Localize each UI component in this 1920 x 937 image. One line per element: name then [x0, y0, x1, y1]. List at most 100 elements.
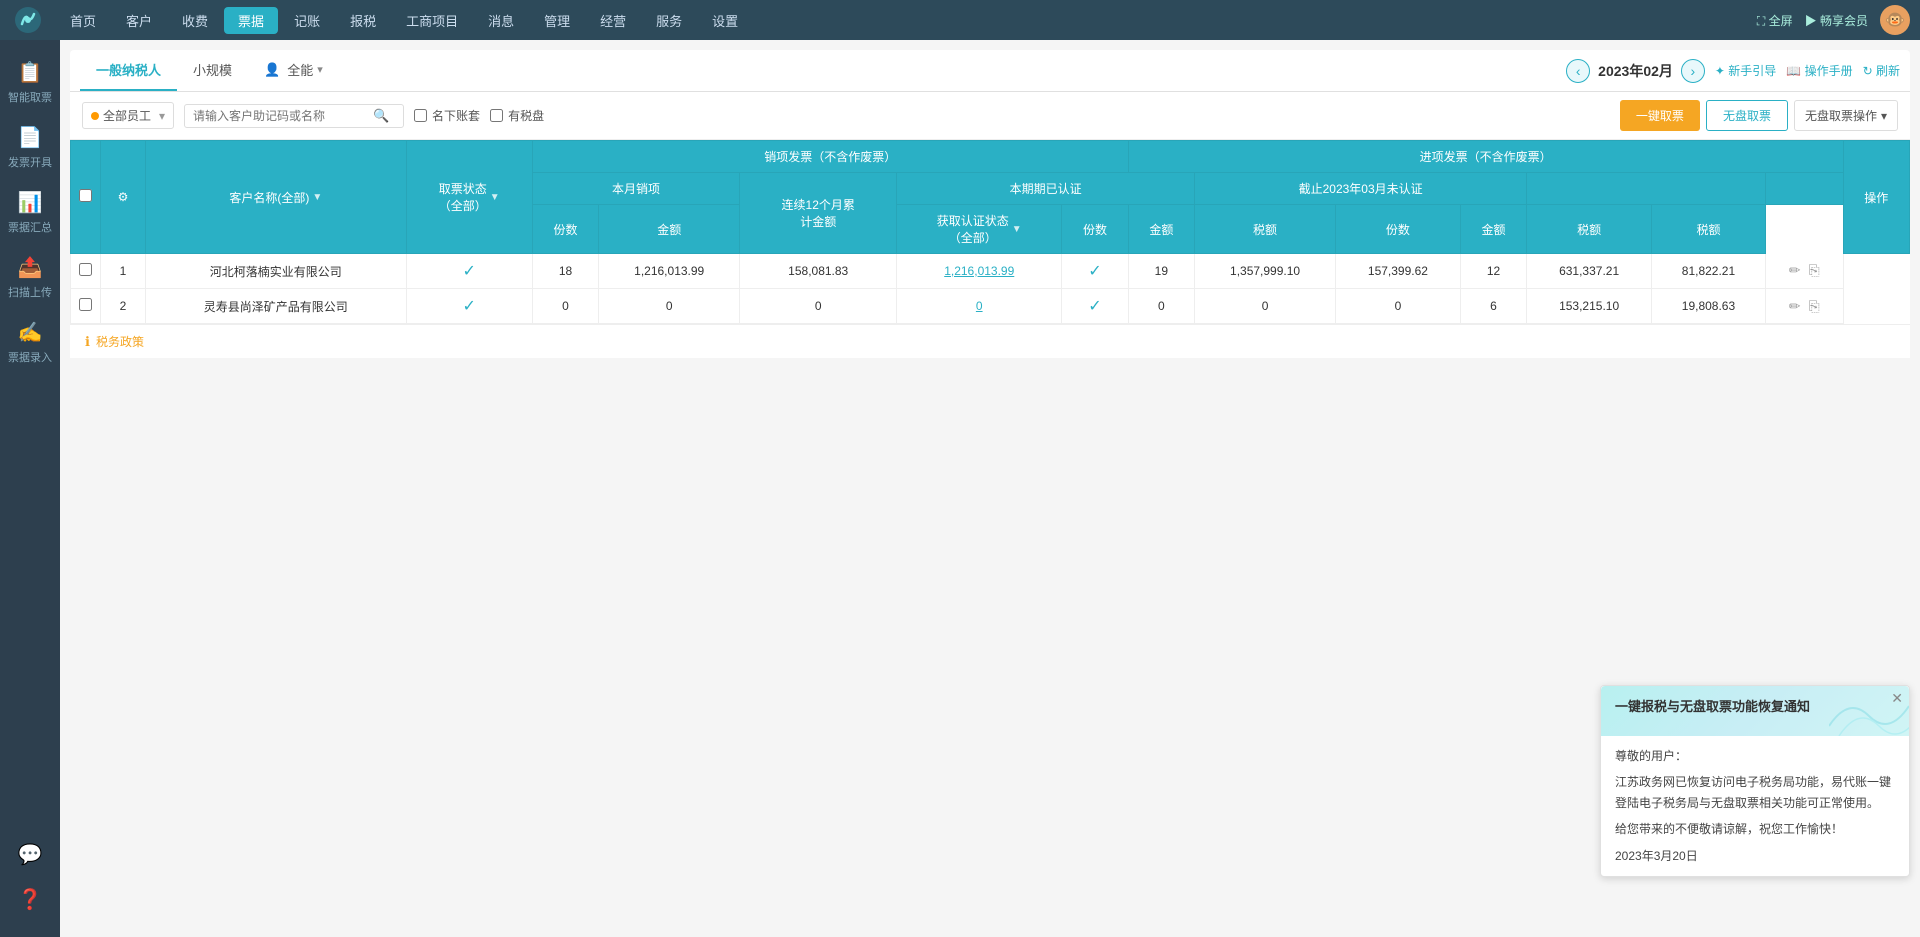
sidebar-item-scan[interactable]: 📤 扫描上传: [0, 245, 60, 310]
notif-line-0: 尊敬的用户：: [1615, 746, 1895, 766]
notif-scroll[interactable]: 尊敬的用户： 江苏政务网已恢复访问电子税务局功能，易代账一键登陆电子税务局与无盘…: [1601, 736, 1909, 876]
tab-all-capable[interactable]: 👤 全能 ▾: [248, 50, 339, 91]
table-row: 1 河北柯落楠实业有限公司 ✓ 18 1,216,013.99 158,081.…: [71, 254, 1910, 289]
row2-sales-amount: 0: [599, 289, 740, 324]
tax-policy-link[interactable]: 税务政策: [96, 333, 144, 350]
period-label: 2023年02月: [1598, 61, 1673, 81]
checkbox-taxdisk[interactable]: 有税盘: [490, 107, 544, 124]
nav-accounting[interactable]: 记账: [280, 7, 334, 34]
filter-take-icon[interactable]: ▼: [490, 192, 500, 203]
th-empty2: [1765, 173, 1843, 205]
row1-action: ✏ ⎘: [1765, 254, 1843, 289]
next-period-btn[interactable]: ›: [1681, 59, 1705, 83]
checkbox-accounts[interactable]: 名下账套: [414, 107, 480, 124]
th-sales-group: 销项发票（不含作废票）: [532, 141, 1128, 173]
one-key-take-btn[interactable]: 一键取票: [1620, 100, 1700, 131]
nav-home[interactable]: 首页: [56, 7, 110, 34]
chat-icon: 💬: [18, 842, 43, 867]
summary-icon: 📊: [18, 190, 43, 215]
nav-service[interactable]: 服务: [642, 7, 696, 34]
row2-cert-status: ✓: [1062, 289, 1128, 324]
row1-cert-status: ✓: [1062, 254, 1128, 289]
row1-sales-count: 18: [532, 254, 598, 289]
sidebar-item-invoice-open[interactable]: 📄 发票开具: [0, 115, 60, 180]
take-status-check-icon2: ✓: [463, 298, 476, 315]
fullscreen-btn[interactable]: ⛶ 全屏: [1757, 12, 1793, 29]
employee-dot: [91, 112, 99, 120]
select-all-checkbox[interactable]: [79, 189, 92, 202]
manual-btn[interactable]: 📖 操作手册: [1786, 62, 1852, 79]
app-logo: [10, 2, 46, 38]
nav-customer[interactable]: 客户: [112, 7, 166, 34]
checkbox-taxdisk-input[interactable]: [490, 109, 503, 122]
row1-sales-amount: 1,216,013.99: [599, 254, 740, 289]
no-disk-ops-btn[interactable]: 无盘取票操作 ▾: [1794, 100, 1898, 131]
nav-settings[interactable]: 设置: [698, 7, 752, 34]
sidebar-item-smart-take[interactable]: 📋 智能取票: [0, 50, 60, 115]
notification-popup: ✕ 一键报税与无盘取票功能恢复通知 尊敬的用户： 江苏政务网已恢复访问电子税务局…: [1600, 685, 1910, 877]
row1-cumul-link[interactable]: 1,216,013.99: [944, 264, 1014, 278]
entry-icon: ✍️: [18, 320, 43, 345]
row1-uncert-tax: 81,822.21: [1651, 254, 1765, 289]
th-cert-status: 获取认证状态（全部） ▼: [897, 205, 1062, 254]
notif-body: 尊敬的用户： 江苏政务网已恢复访问电子税务局功能，易代账一键登陆电子税务局与无盘…: [1601, 736, 1909, 876]
row2-purch-count: 0: [1128, 289, 1194, 324]
sidebar-item-chat[interactable]: 💬: [0, 832, 60, 877]
tabs-row: 一般纳税人 小规模 👤 全能 ▾ ‹ 2023年02月 › ✦ 新手引导 📖 操…: [70, 50, 1910, 92]
period-nav: ‹ 2023年02月 ›: [1566, 59, 1705, 83]
tab-small-scale[interactable]: 小规模: [177, 50, 248, 91]
th-customer-name: 客户名称(全部) ▼: [145, 141, 406, 254]
sidebar-item-help[interactable]: ❓: [0, 877, 60, 922]
nav-fees[interactable]: 收费: [168, 7, 222, 34]
checkbox-accounts-input[interactable]: [414, 109, 427, 122]
row1-sales-tax: 158,081.83: [740, 254, 897, 289]
sidebar-item-entry[interactable]: ✍️ 票据录入: [0, 310, 60, 375]
row1-uncert-count: 12: [1460, 254, 1526, 289]
th-settings: ⚙: [101, 141, 146, 254]
cert-status-check-icon: ✓: [1088, 263, 1101, 280]
nav-business[interactable]: 工商项目: [392, 7, 472, 34]
nav-manage[interactable]: 管理: [530, 7, 584, 34]
new-guide-btn[interactable]: ✦ 新手引导: [1715, 62, 1776, 79]
member-btn[interactable]: ▶ 畅享会员: [1805, 12, 1868, 29]
copy-icon[interactable]: ⎘: [1809, 262, 1820, 279]
notif-line-2: 给您带来的不便敬请谅解，祝您工作愉快！: [1615, 819, 1895, 839]
nav-operation[interactable]: 经营: [586, 7, 640, 34]
tab-general-taxpayer[interactable]: 一般纳税人: [80, 50, 177, 91]
row2-take-status: ✓: [406, 289, 532, 324]
edit-icon2[interactable]: ✏: [1789, 298, 1801, 315]
user-avatar[interactable]: 🐵: [1880, 5, 1910, 35]
filter-name-icon[interactable]: ▼: [312, 192, 322, 203]
th-uncert-tax: 税额: [1527, 205, 1652, 254]
th-purch-count: 份数: [1062, 205, 1128, 254]
sidebar-item-summary[interactable]: 📊 票据汇总: [0, 180, 60, 245]
row1-checkbox[interactable]: [79, 263, 92, 276]
edit-icon[interactable]: ✏: [1789, 262, 1801, 279]
th-uncert-amount: 金额: [1460, 205, 1526, 254]
row1-name: 河北柯落楠实业有限公司: [145, 254, 406, 289]
search-icon[interactable]: 🔍: [373, 108, 389, 124]
search-input[interactable]: [193, 109, 373, 123]
dropdown-arrow-icon: ▾: [1881, 109, 1887, 123]
row2-purch-amount: 0: [1195, 289, 1336, 324]
copy-icon2[interactable]: ⎘: [1809, 298, 1820, 315]
nav-tickets[interactable]: 票据: [224, 7, 278, 34]
refresh-btn[interactable]: ↻ 刷新: [1863, 62, 1900, 79]
prev-period-btn[interactable]: ‹: [1566, 59, 1590, 83]
notif-line-1: 江苏政务网已恢复访问电子税务局功能，易代账一键登陆电子税务局与无盘取票相关功能可…: [1615, 772, 1895, 813]
row2-checkbox[interactable]: [79, 298, 92, 311]
sidebar-bottom: 💬 ❓: [0, 832, 60, 937]
nav-message[interactable]: 消息: [474, 7, 528, 34]
row2-cumul-link[interactable]: 0: [976, 299, 983, 313]
th-uncert-count: 份数: [1336, 205, 1461, 254]
filter-cert-icon[interactable]: ▼: [1012, 224, 1022, 235]
no-disk-take-btn[interactable]: 无盘取票: [1706, 100, 1788, 131]
row1-take-status: ✓: [406, 254, 532, 289]
main-table: ⚙ 客户名称(全部) ▼ 取票状态（全部） ▼: [70, 140, 1910, 324]
nav-tax[interactable]: 报税: [336, 7, 390, 34]
employee-chevron-icon: ▾: [159, 109, 165, 123]
tab-right-actions: ✦ 新手引导 📖 操作手册 ↻ 刷新: [1715, 62, 1900, 79]
row1-purch-amount: 1,357,999.10: [1195, 254, 1336, 289]
employee-select[interactable]: 全部员工 ▾: [82, 102, 174, 129]
scan-icon: 📤: [18, 255, 43, 280]
